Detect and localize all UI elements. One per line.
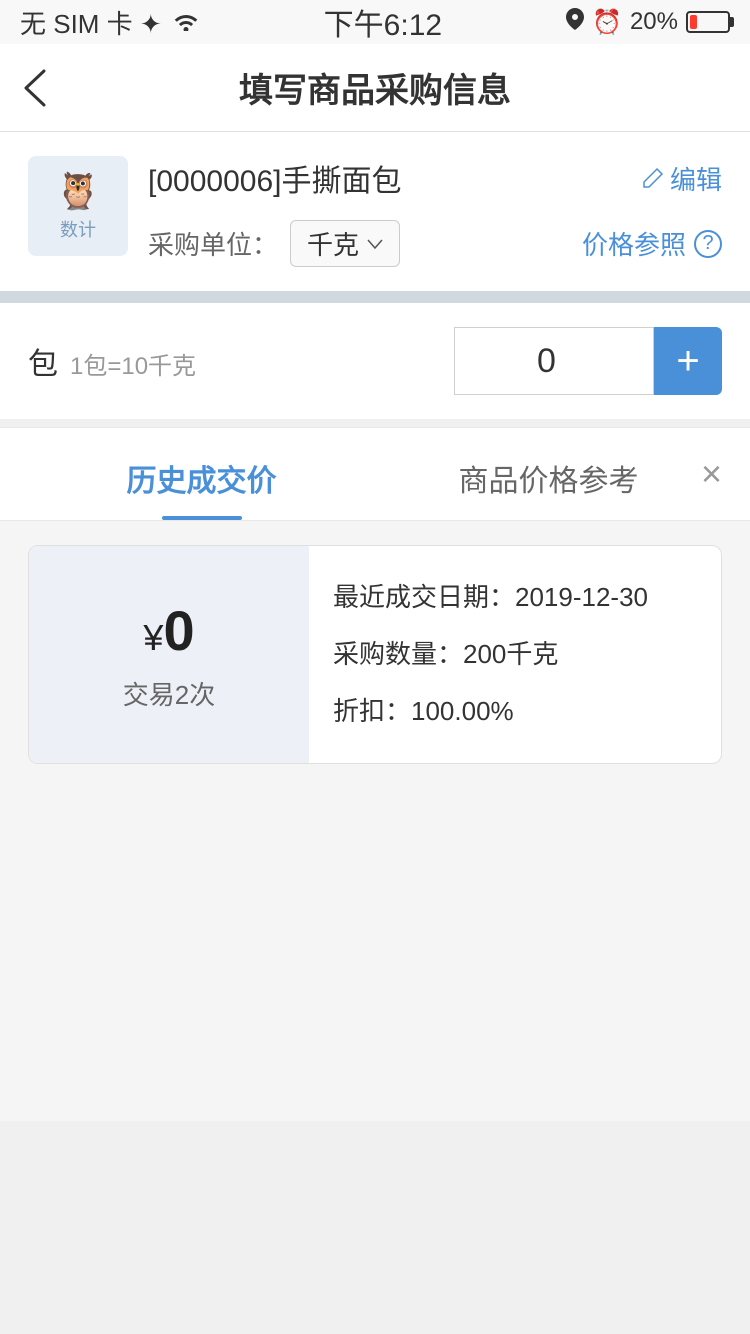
card-price-symbol: ¥ — [143, 617, 163, 658]
card-date-value: 2019-12-30 — [515, 582, 648, 612]
card-discount-row: 折扣：100.00% — [333, 692, 697, 731]
location-icon — [566, 8, 584, 37]
tab-history-price-label: 历史成交价 — [127, 465, 277, 498]
unit-value: 千克 — [307, 225, 359, 262]
owl-text: 数计 — [60, 216, 96, 242]
card-price-number: 0 — [163, 599, 194, 662]
card-date-label: 最近成交日期： — [333, 582, 515, 612]
edit-button[interactable]: 编辑 — [642, 160, 722, 197]
card-quantity-value: 200千克 — [463, 639, 558, 669]
price-cards-area: ¥0 交易2次 最近成交日期：2019-12-30 采购数量：200千克 折扣：… — [0, 521, 750, 1121]
unit-label: 采购单位： — [148, 225, 278, 262]
page-title: 填写商品采购信息 — [239, 63, 511, 112]
card-price-value: ¥0 — [143, 598, 194, 663]
battery-percent: 20% — [630, 8, 678, 36]
card-trade-count: 交易2次 — [123, 675, 215, 712]
close-panel-button[interactable]: × — [701, 453, 722, 495]
price-ref-label: 价格参照 — [582, 225, 686, 262]
tab-product-price-ref-label: 商品价格参考 — [459, 465, 639, 498]
edit-label: 编辑 — [670, 160, 722, 197]
product-name: [0000006]手撕面包 — [148, 156, 401, 200]
card-quantity-label: 采购数量： — [333, 639, 463, 669]
owl-icon: 🦉 — [56, 170, 101, 212]
quantity-unit: 包 — [28, 339, 58, 383]
wifi-icon — [172, 7, 200, 38]
tabs-header: 历史成交价 商品价格参考 × — [0, 428, 750, 521]
status-left: 无 SIM 卡 ✦ — [20, 4, 200, 41]
tab-history-price[interactable]: 历史成交价 — [28, 428, 375, 520]
status-right: ⏰ 20% — [566, 8, 730, 37]
tabs-section: 历史成交价 商品价格参考 × ¥0 交易2次 最近成交日期：2019-12-30… — [0, 427, 750, 1121]
product-info: [0000006]手撕面包 编辑 采购单位： 千克 价格参照 ? — [148, 156, 722, 267]
tab-product-price-ref[interactable]: 商品价格参考 — [375, 428, 722, 520]
card-discount-label: 折扣： — [333, 696, 411, 726]
battery-icon — [686, 11, 730, 33]
price-ref-info-icon: ? — [694, 230, 722, 258]
card-quantity-row: 采购数量：200千克 — [333, 635, 697, 674]
quantity-ratio: 1包=10千克 — [70, 346, 196, 381]
sim-indicator: 无 SIM 卡 ✦ — [20, 4, 162, 41]
product-thumbnail: 🦉 数计 — [28, 156, 128, 256]
section-divider — [0, 291, 750, 303]
plus-icon: + — [676, 341, 699, 381]
quantity-input[interactable] — [454, 327, 654, 395]
nav-header: 填写商品采购信息 — [0, 44, 750, 132]
card-discount-value: 100.00% — [411, 696, 514, 726]
tab-active-indicator — [162, 516, 242, 520]
status-bar: 无 SIM 卡 ✦ 下午6:12 ⏰ 20% — [0, 0, 750, 44]
card-date-row: 最近成交日期：2019-12-30 — [333, 578, 697, 617]
card-details-right: 最近成交日期：2019-12-30 采购数量：200千克 折扣：100.00% — [309, 546, 721, 763]
status-time: 下午6:12 — [324, 0, 442, 44]
unit-select[interactable]: 千克 — [290, 220, 400, 267]
quantity-plus-button[interactable]: + — [654, 327, 722, 395]
price-ref-button[interactable]: 价格参照 ? — [582, 225, 722, 262]
price-card: ¥0 交易2次 最近成交日期：2019-12-30 采购数量：200千克 折扣：… — [28, 545, 722, 764]
alarm-icon: ⏰ — [592, 8, 622, 37]
quantity-section: 包 1包=10千克 + — [0, 303, 750, 419]
back-button[interactable] — [24, 69, 46, 107]
card-price-left: ¥0 交易2次 — [29, 546, 309, 763]
product-section: 🦉 数计 [0000006]手撕面包 编辑 采购单位： 千克 — [0, 132, 750, 291]
